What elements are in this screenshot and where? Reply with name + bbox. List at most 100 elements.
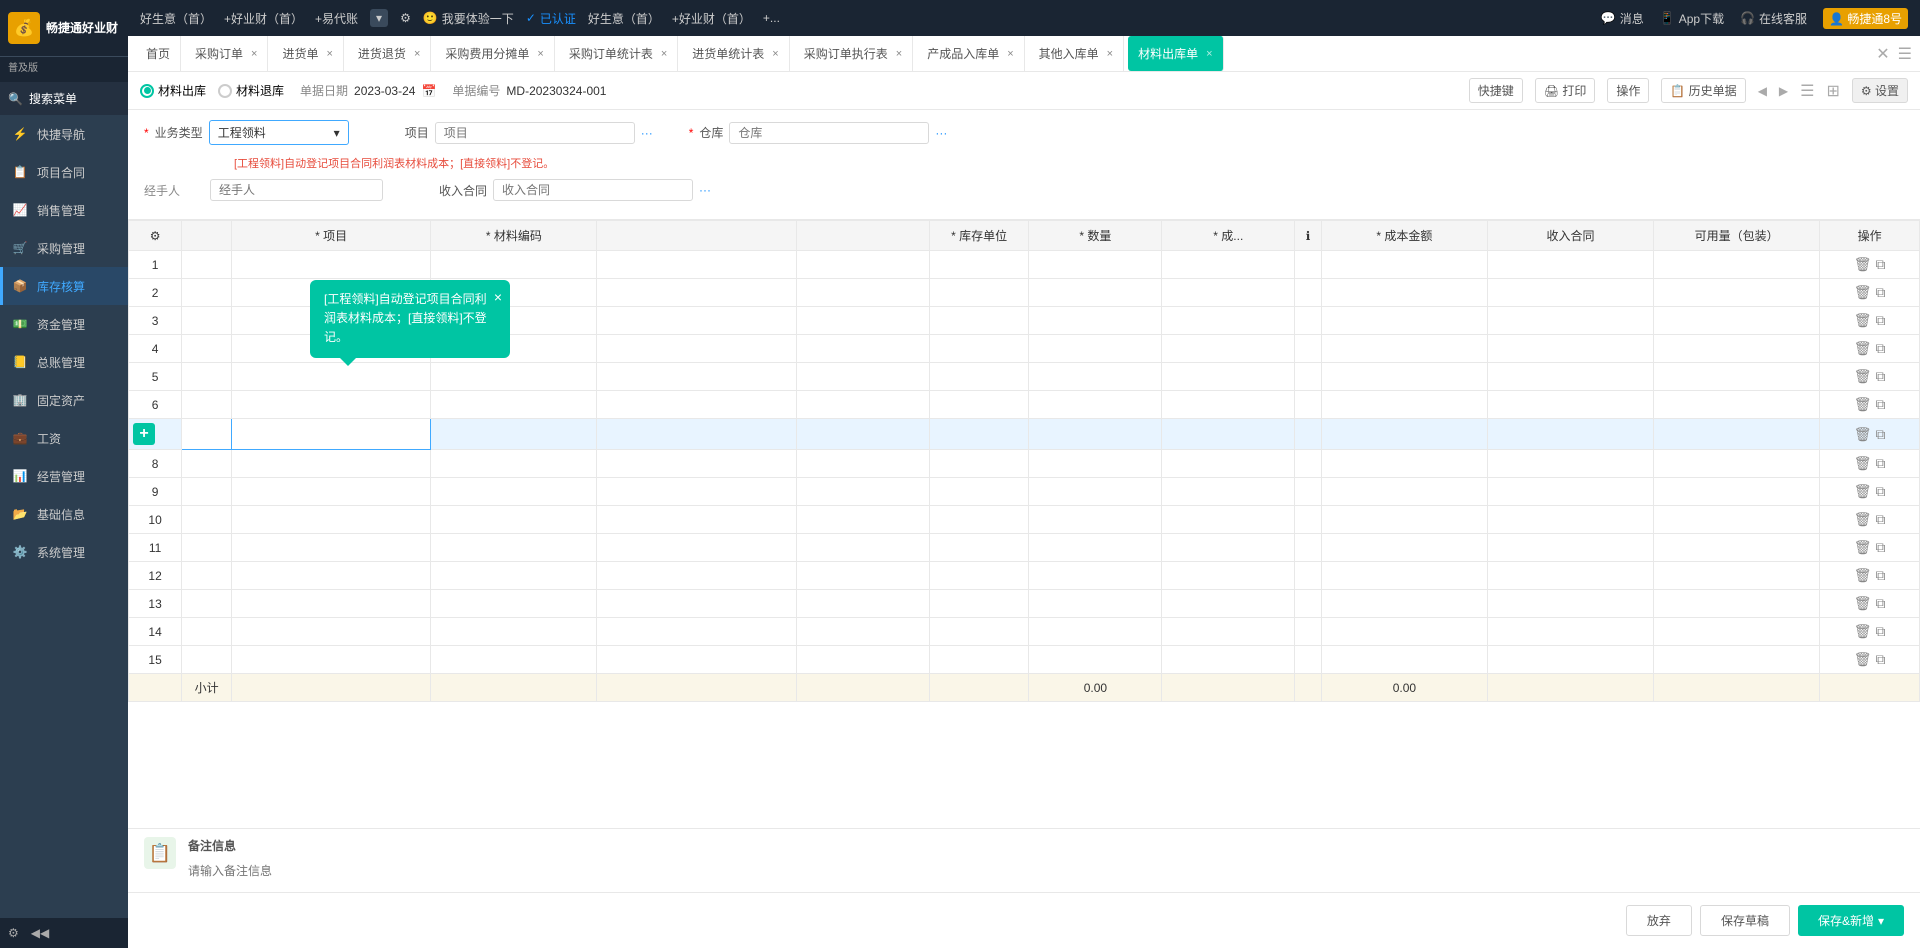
cell[interactable] — [597, 307, 796, 335]
cell[interactable] — [1162, 618, 1295, 646]
tab-purchase-fee[interactable]: 采购费用分摊单 × — [435, 36, 554, 71]
tab-goods-return[interactable]: 进货退货 × — [348, 36, 431, 71]
cell[interactable] — [431, 450, 597, 478]
tab-goods-stats[interactable]: 进货单统计表 × — [682, 36, 789, 71]
cell[interactable] — [431, 251, 597, 279]
cell[interactable] — [1321, 450, 1487, 478]
cell[interactable] — [1487, 562, 1653, 590]
cell[interactable] — [1029, 363, 1162, 391]
cell[interactable] — [182, 279, 232, 307]
copy-row-btn[interactable]: ⧉ — [1876, 368, 1886, 385]
project-input[interactable] — [435, 122, 635, 144]
tab-purchase-exec-close[interactable]: × — [896, 48, 902, 60]
cell[interactable] — [1162, 391, 1295, 419]
cell[interactable] — [1487, 363, 1653, 391]
cell[interactable] — [1029, 307, 1162, 335]
cell[interactable] — [597, 506, 796, 534]
copy-row-btn[interactable]: ⧉ — [1876, 539, 1886, 556]
cell[interactable] — [1487, 646, 1653, 674]
cell[interactable] — [231, 646, 430, 674]
notes-input[interactable] — [188, 858, 1904, 884]
warehouse-more-icon[interactable]: ··· — [935, 126, 947, 140]
cell[interactable] — [1654, 363, 1820, 391]
cell[interactable] — [929, 450, 1029, 478]
tab-other-receipt[interactable]: 其他入库单 × — [1029, 36, 1124, 71]
cell[interactable] — [1321, 478, 1487, 506]
cell[interactable] — [1487, 534, 1653, 562]
doc-date-calendar-icon[interactable]: 📅 — [421, 84, 436, 98]
cell[interactable] — [796, 478, 929, 506]
delete-row-btn[interactable]: 🗑 — [1854, 284, 1872, 301]
discard-button[interactable]: 放弃 — [1626, 905, 1692, 936]
cell[interactable] — [182, 646, 232, 674]
project-more-icon[interactable]: ··· — [641, 126, 653, 140]
cell[interactable] — [796, 562, 929, 590]
cell[interactable] — [1029, 419, 1162, 450]
cell[interactable] — [1321, 506, 1487, 534]
col-header-project[interactable]: * 项目 — [231, 221, 430, 251]
cell[interactable] — [1487, 450, 1653, 478]
cell[interactable] — [431, 478, 597, 506]
nav-user-avatar[interactable]: 👤 畅捷通8号 — [1823, 8, 1908, 29]
cell[interactable] — [1654, 450, 1820, 478]
cell[interactable] — [796, 251, 929, 279]
view-list-btn[interactable]: ☰ — [1800, 81, 1814, 101]
cell[interactable] — [1654, 562, 1820, 590]
cell[interactable] — [1029, 335, 1162, 363]
cell[interactable] — [597, 478, 796, 506]
tab-material-issue-close[interactable]: × — [1206, 48, 1212, 60]
cell[interactable] — [1487, 391, 1653, 419]
cell[interactable] — [1321, 562, 1487, 590]
nav-haoshengyi2[interactable]: 好生意（首） — [588, 10, 660, 27]
income-contract-input[interactable] — [493, 179, 693, 201]
cell[interactable] — [1321, 279, 1487, 307]
cell[interactable] — [431, 562, 597, 590]
nav-haoyecai2[interactable]: +好业财（首） — [672, 10, 751, 27]
cell[interactable] — [1654, 618, 1820, 646]
copy-row-btn[interactable]: ⧉ — [1876, 623, 1886, 640]
cell[interactable] — [1162, 534, 1295, 562]
cell[interactable] — [1654, 251, 1820, 279]
delete-row-btn[interactable]: 🗑 — [1854, 623, 1872, 640]
cell[interactable] — [796, 590, 929, 618]
nav-settings-gear[interactable]: ⚙ — [400, 11, 411, 25]
cell[interactable] — [929, 618, 1029, 646]
sidebar-item-purchase[interactable]: 🛒 采购管理 — [0, 229, 128, 267]
cell[interactable] — [1029, 562, 1162, 590]
cell[interactable] — [1162, 307, 1295, 335]
cell[interactable] — [1162, 646, 1295, 674]
cell[interactable] — [1487, 251, 1653, 279]
cell[interactable] — [1321, 251, 1487, 279]
nav-haoyecai[interactable]: +好业财（首） — [224, 10, 303, 27]
cell[interactable] — [1487, 279, 1653, 307]
cell[interactable] — [929, 363, 1029, 391]
cell[interactable] — [1029, 450, 1162, 478]
cell[interactable] — [929, 590, 1029, 618]
cell[interactable] — [597, 335, 796, 363]
cell[interactable] — [796, 307, 929, 335]
tab-finished-goods[interactable]: 产成品入库单 × — [917, 36, 1024, 71]
cell[interactable] — [796, 506, 929, 534]
cell[interactable] — [1654, 307, 1820, 335]
delete-row-btn[interactable]: 🗑 — [1854, 595, 1872, 612]
copy-row-btn[interactable]: ⧉ — [1876, 396, 1886, 413]
tab-close-window-btn[interactable]: ✕ — [1876, 44, 1889, 64]
cell[interactable] — [929, 646, 1029, 674]
cell[interactable] — [796, 618, 929, 646]
nav-app-download[interactable]: 📱App下载 — [1660, 10, 1724, 27]
delete-row-btn[interactable]: 🗑 — [1854, 455, 1872, 472]
tab-purchase-order[interactable]: 采购订单 × — [185, 36, 268, 71]
cell[interactable] — [796, 646, 929, 674]
cell[interactable] — [182, 450, 232, 478]
cell[interactable] — [929, 251, 1029, 279]
delete-row-btn[interactable]: 🗑 — [1854, 651, 1872, 668]
cell[interactable] — [1321, 391, 1487, 419]
cell[interactable] — [1487, 307, 1653, 335]
print-btn[interactable]: 🖨 打印 — [1535, 78, 1596, 103]
cell[interactable] — [597, 279, 796, 307]
cell[interactable] — [1487, 590, 1653, 618]
cell[interactable] — [431, 534, 597, 562]
delete-row-btn[interactable]: 🗑 — [1854, 426, 1872, 443]
cell[interactable] — [182, 391, 232, 419]
cell[interactable] — [1321, 590, 1487, 618]
